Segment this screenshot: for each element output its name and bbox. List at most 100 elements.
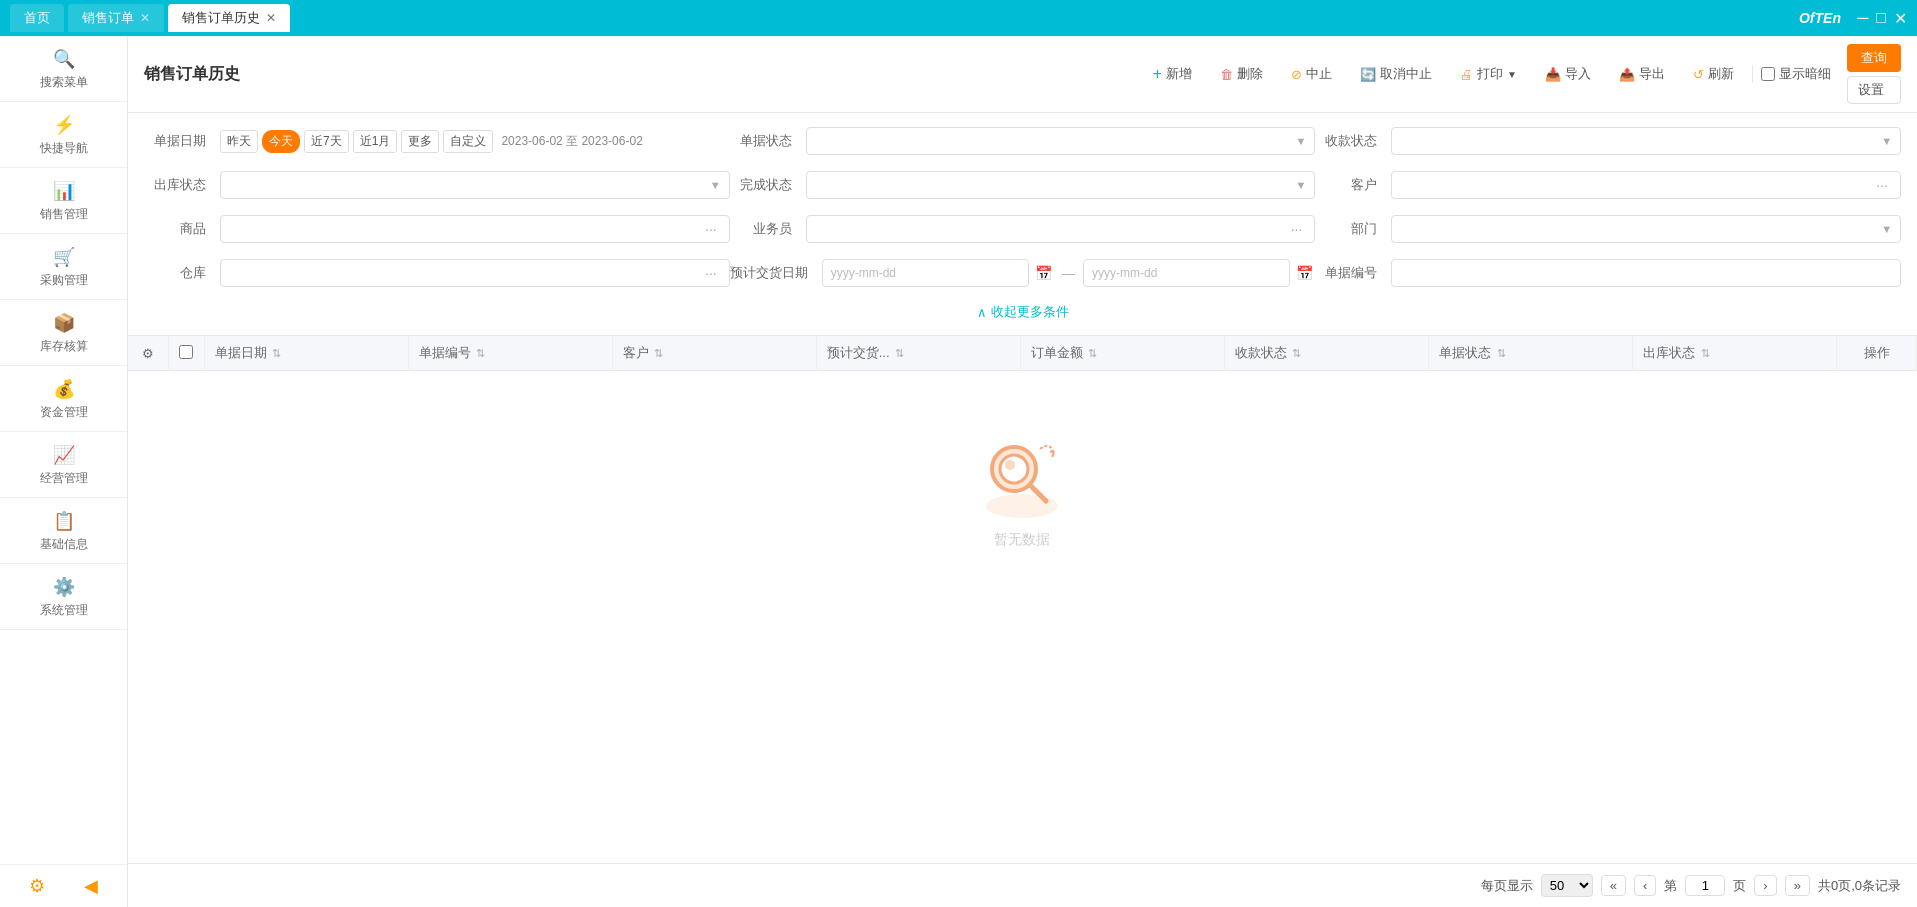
sidebar-item-search-menu-label: 搜索菜单 xyxy=(40,74,88,91)
sidebar-item-basic-info[interactable]: 📋 基础信息 xyxy=(0,498,127,564)
th-bill-no[interactable]: 单据编号 ⇅ xyxy=(408,336,612,371)
th-receipt-status[interactable]: 收款状态 ⇅ xyxy=(1224,336,1428,371)
close-window-icon[interactable]: ✕ xyxy=(1894,9,1907,28)
sort-bill-status-icon[interactable]: ⇅ xyxy=(1497,347,1506,359)
date-btn-1month[interactable]: 近1月 xyxy=(353,130,398,153)
sort-receipt-status-icon[interactable]: ⇅ xyxy=(1292,347,1301,359)
sidebar-item-purchase-mgmt[interactable]: 🛒 采购管理 xyxy=(0,234,127,300)
th-ops: 操作 xyxy=(1837,336,1917,371)
sort-expected-date-icon[interactable]: ⇅ xyxy=(895,347,904,359)
next-page-button[interactable]: › xyxy=(1754,875,1776,896)
tab-sales-order-history-label: 销售订单历史 xyxy=(182,9,260,27)
page-input[interactable] xyxy=(1685,875,1725,896)
delete-button[interactable]: 🗑 删除 xyxy=(1210,61,1273,87)
sidebar-item-operations[interactable]: 📈 经营管理 xyxy=(0,432,127,498)
salesperson-select[interactable]: ··· xyxy=(806,215,1316,243)
expected-date-input-end[interactable]: yyyy-mm-dd xyxy=(1083,259,1290,287)
calendar-icon-start[interactable]: 📅 xyxy=(1033,265,1054,281)
th-bill-date[interactable]: 单据日期 ⇅ xyxy=(204,336,408,371)
date-range-display: 2023-06-02 至 2023-06-02 xyxy=(501,133,642,150)
sort-bill-date-icon[interactable]: ⇅ xyxy=(272,347,281,359)
main-layout: 🔍 搜索菜单 ⚡ 快捷导航 📊 销售管理 🛒 采购管理 📦 库存核算 💰 资金管… xyxy=(0,36,1917,907)
dept-select[interactable]: ▼ xyxy=(1391,215,1901,243)
settings-icon[interactable]: ⚙ xyxy=(142,346,154,361)
page-size-select[interactable]: 102050100 xyxy=(1541,874,1593,897)
th-bill-status[interactable]: 单据状态 ⇅ xyxy=(1428,336,1632,371)
sort-outbound-status-icon[interactable]: ⇅ xyxy=(1701,347,1710,359)
sort-order-amount-icon[interactable]: ⇅ xyxy=(1088,347,1097,359)
date-btn-custom[interactable]: 自定义 xyxy=(443,130,493,153)
sort-bill-no-icon[interactable]: ⇅ xyxy=(476,347,485,359)
customer-dots[interactable]: ··· xyxy=(1872,177,1892,193)
th-settings[interactable]: ⚙ xyxy=(128,336,168,371)
export-button[interactable]: 📤 导出 xyxy=(1609,61,1675,87)
completion-status-select[interactable]: ▼ xyxy=(806,171,1316,199)
th-customer[interactable]: 客户 ⇅ xyxy=(612,336,816,371)
sidebar-item-sales-mgmt-label: 销售管理 xyxy=(40,206,88,223)
date-btn-7days[interactable]: 近7天 xyxy=(304,130,349,153)
sidebar-item-quick-nav[interactable]: ⚡ 快捷导航 xyxy=(0,102,127,168)
date-btn-today[interactable]: 今天 xyxy=(262,130,300,153)
svg-point-2 xyxy=(1000,455,1028,483)
settings-bottom-icon[interactable]: ⚙ xyxy=(29,875,45,897)
collapse-sidebar-icon[interactable]: ◀ xyxy=(84,875,98,897)
sort-customer-icon[interactable]: ⇅ xyxy=(654,347,663,359)
import-button[interactable]: 📥 导入 xyxy=(1535,61,1601,87)
date-btn-more[interactable]: 更多 xyxy=(401,130,439,153)
svg-point-4 xyxy=(1005,460,1015,470)
warehouse-select[interactable]: ··· xyxy=(220,259,730,287)
goods-select[interactable]: ··· xyxy=(220,215,730,243)
prev-page-button[interactable]: ‹ xyxy=(1634,875,1656,896)
outbound-status-select[interactable]: ▼ xyxy=(220,171,730,199)
filter-salesperson: 业务员 ··· xyxy=(730,211,1316,247)
filter-customer: 客户 ··· xyxy=(1315,167,1901,203)
settings-button[interactable]: 设置 xyxy=(1847,76,1901,104)
display-cols-label[interactable]: 显示暗细 xyxy=(1761,65,1831,83)
minimize-icon[interactable]: ─ xyxy=(1857,9,1868,27)
receipt-status-select[interactable]: ▼ xyxy=(1391,127,1901,155)
sidebar-item-purchase-mgmt-label: 采购管理 xyxy=(40,272,88,289)
sidebar-bottom: ⚙ ◀ xyxy=(0,864,127,907)
sidebar-item-inventory[interactable]: 📦 库存核算 xyxy=(0,300,127,366)
maximize-icon[interactable]: □ xyxy=(1876,9,1886,27)
goods-dots[interactable]: ··· xyxy=(701,221,721,237)
tab-sales-order[interactable]: 销售订单 ✕ xyxy=(68,4,164,32)
th-outbound-status[interactable]: 出库状态 ⇅ xyxy=(1632,336,1836,371)
select-all-checkbox[interactable] xyxy=(179,345,193,359)
filter-expected-date: 预计交货日期 yyyy-mm-dd 📅 — yyyy-mm-dd 📅 xyxy=(730,255,1316,291)
th-order-amount[interactable]: 订单金额 ⇅ xyxy=(1020,336,1224,371)
stop-button[interactable]: ⊘ 中止 xyxy=(1281,61,1342,87)
bill-status-select[interactable]: ▼ xyxy=(806,127,1316,155)
bill-no-input[interactable] xyxy=(1391,259,1901,287)
salesperson-dots[interactable]: ··· xyxy=(1287,221,1307,237)
date-dash: — xyxy=(1058,266,1079,281)
tab-sales-order-history[interactable]: 销售订单历史 ✕ xyxy=(168,4,290,32)
th-expected-date[interactable]: 预计交货... ⇅ xyxy=(816,336,1020,371)
filter-area: 单据日期 昨天 今天 近7天 近1月 更多 自定义 2023-06-02 至 2… xyxy=(128,113,1917,336)
date-btn-yesterday[interactable]: 昨天 xyxy=(220,130,258,153)
finance-icon: 💰 xyxy=(53,378,75,400)
sidebar-item-search-menu[interactable]: 🔍 搜索菜单 xyxy=(0,36,127,102)
calendar-icon-end[interactable]: 📅 xyxy=(1294,265,1315,281)
customer-select[interactable]: ··· xyxy=(1391,171,1901,199)
sidebar-item-finance[interactable]: 💰 资金管理 xyxy=(0,366,127,432)
warehouse-label: 仓库 xyxy=(144,264,214,282)
th-check[interactable] xyxy=(168,336,204,371)
expected-date-input-start[interactable]: yyyy-mm-dd xyxy=(822,259,1029,287)
cancel-stop-button[interactable]: 🔄 取消中止 xyxy=(1350,61,1442,87)
sidebar-item-sales-mgmt[interactable]: 📊 销售管理 xyxy=(0,168,127,234)
print-button[interactable]: 🖨 打印 ▼ xyxy=(1450,61,1527,87)
last-page-button[interactable]: » xyxy=(1785,875,1810,896)
refresh-button[interactable]: ↺ 刷新 xyxy=(1683,61,1744,87)
tab-home[interactable]: 首页 xyxy=(10,4,64,32)
query-button[interactable]: 查询 xyxy=(1847,44,1901,72)
tab-sales-order-history-close[interactable]: ✕ xyxy=(266,11,276,25)
sidebar-item-system-mgmt[interactable]: ⚙️ 系统管理 xyxy=(0,564,127,630)
first-page-button[interactable]: « xyxy=(1601,875,1626,896)
add-button[interactable]: + 新增 xyxy=(1143,61,1202,87)
warehouse-dots[interactable]: ··· xyxy=(701,265,721,281)
filter-collapse[interactable]: ∧ 收起更多条件 xyxy=(144,299,1901,325)
tab-sales-order-close[interactable]: ✕ xyxy=(140,11,150,25)
filter-warehouse: 仓库 ··· xyxy=(144,255,730,291)
display-cols-checkbox[interactable] xyxy=(1761,67,1775,81)
